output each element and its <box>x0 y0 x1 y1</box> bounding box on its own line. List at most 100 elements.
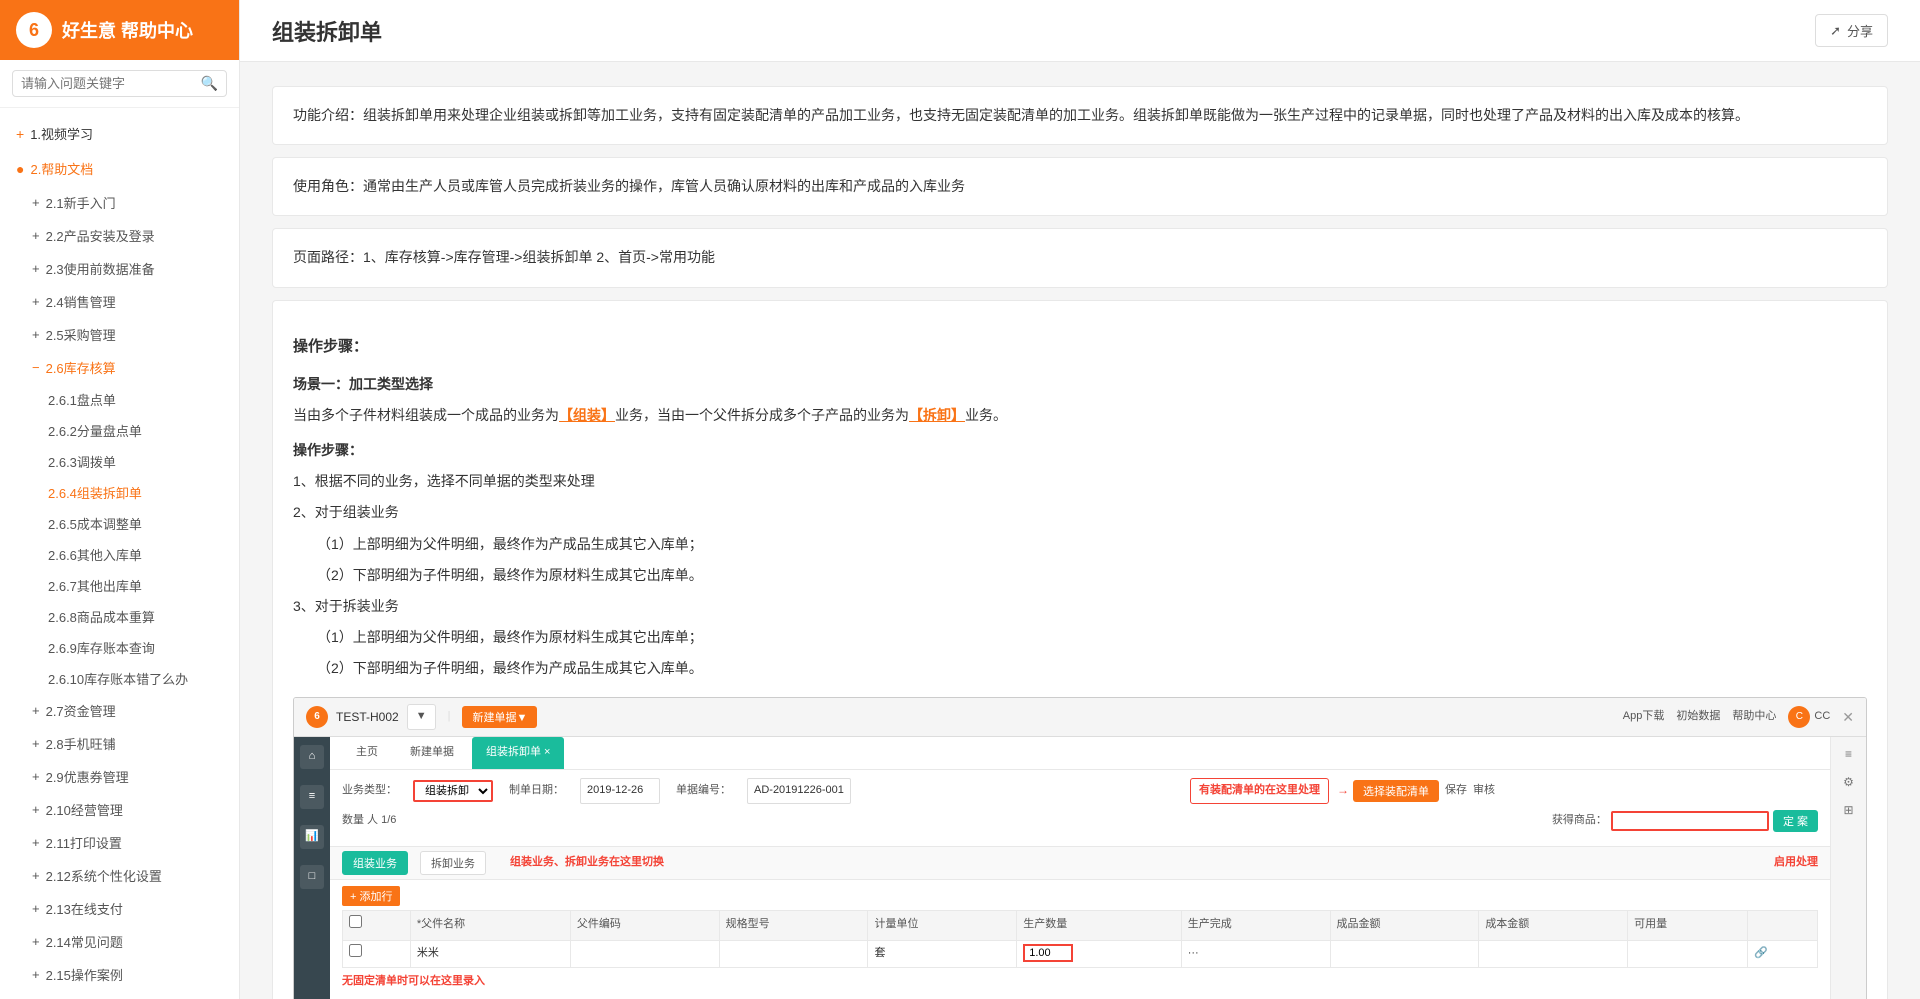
share-button[interactable]: ➚ 分享 <box>1815 14 1888 47</box>
sidebar-item-2-15-label: 2.15操作案例 <box>46 965 123 984</box>
sidebar-item-2-1-label: 2.1新手入门 <box>46 193 116 212</box>
sidebar-header: 6 好生意 帮助中心 <box>0 0 239 60</box>
sidebar-item-2-15[interactable]: + 2.15操作案例 <box>0 958 239 991</box>
parent-code-cell <box>570 940 719 968</box>
sidebar-item-2-3[interactable]: + 2.3使用前数据准备 <box>0 252 239 285</box>
sc-right-icon-1[interactable]: ≡ <box>1839 745 1859 765</box>
sidebar-item-2-6-7[interactable]: 2.6.7其他出库单 <box>0 570 239 601</box>
path-card: 页面路径：1、库存核算->库存管理->组装拆卸单 2、首页->常用功能 <box>272 228 1888 287</box>
sidebar-item-2-6-2[interactable]: 2.6.2分量盘点单 <box>0 415 239 446</box>
annotation-area1: 有装配清单的在这里处理 → 选择装配清单 保存 审核 <box>867 778 1818 804</box>
sidebar-item-2-5[interactable]: + 2.5采购管理 <box>0 318 239 351</box>
sidebar-item-2-6-3[interactable]: 2.6.3调拨单 <box>0 446 239 477</box>
app-logo: 6 <box>306 706 328 728</box>
sc-right-panel: ≡ ⚙ ⊞ <box>1830 737 1866 999</box>
expand-icon: + <box>32 294 40 309</box>
sidebar-item-2-6-8[interactable]: 2.6.8商品成本重算 <box>0 601 239 632</box>
type-selector-row: 组装业务 拆卸业务 组装业务、拆卸业务在这里切换 启用处理 <box>330 847 1830 880</box>
expand-icon: + <box>32 868 40 883</box>
goods-search-input[interactable] <box>1611 811 1769 831</box>
sidebar-item-2-7[interactable]: + 2.7资金管理 <box>0 694 239 727</box>
company-dropdown[interactable]: ▼ <box>407 704 436 730</box>
disassemble-btn[interactable]: 拆卸业务 <box>420 851 486 875</box>
intro-card: 功能介绍：组装拆卸单用来处理企业组装或拆卸等加工业务，支持有固定装配清单的产品加… <box>272 86 1888 145</box>
sidebar-item-2-6[interactable]: − 2.6库存核算 <box>0 351 239 384</box>
sidebar-item-video[interactable]: + 1.视频学习 <box>0 116 239 151</box>
new-order-btn[interactable]: 新建单据▼ <box>462 706 537 728</box>
type-label: 业务类型： <box>342 781 397 801</box>
step3-2: （2）下部明细为子件明细，最终作为产成品生成其它入库单。 <box>293 656 1867 681</box>
sc-home-icon[interactable]: ⌂ <box>300 745 324 769</box>
sidebar-item-2-4[interactable]: + 2.4销售管理 <box>0 285 239 318</box>
sidebar-item-2-6-1[interactable]: 2.6.1盘点单 <box>0 384 239 415</box>
sc-right-icon-3[interactable]: ⊞ <box>1839 801 1859 821</box>
row-select[interactable] <box>349 944 362 957</box>
sidebar-item-2-14[interactable]: + 2.14常见问题 <box>0 925 239 958</box>
th-cost-amount: 成本金额 <box>1479 910 1628 940</box>
avail-cell <box>1628 940 1748 968</box>
sidebar-item-2-6-9[interactable]: 2.6.9库存账本查询 <box>0 632 239 663</box>
sc-tab-current[interactable]: 组装拆卸单 × <box>472 737 564 769</box>
sidebar-item-docs[interactable]: ● 2.帮助文档 <box>0 151 239 186</box>
sidebar-item-2-8[interactable]: + 2.8手机旺铺 <box>0 727 239 760</box>
init-data-link[interactable]: 初始数据 <box>1676 707 1720 727</box>
produce-qty-input[interactable] <box>1023 944 1073 962</box>
expand-icon: + <box>32 228 40 243</box>
sc-box-icon[interactable]: □ <box>300 865 324 889</box>
product-amount-cell <box>1330 940 1479 968</box>
sc-list-icon[interactable]: ≡ <box>300 785 324 809</box>
sidebar-item-2-11-label: 2.11打印设置 <box>46 833 122 852</box>
sidebar-item-2-4-label: 2.4销售管理 <box>46 292 116 311</box>
type-select[interactable]: 组装拆卸 <box>413 780 493 802</box>
sidebar-item-2-11[interactable]: + 2.11打印设置 <box>0 826 239 859</box>
sidebar-item-2-10-label: 2.10经营管理 <box>46 800 123 819</box>
sidebar-nav: + 1.视频学习 ● 2.帮助文档 + 2.1新手入门 + 2.2产品安装及登录 <box>0 108 239 999</box>
sidebar-item-2-6-5[interactable]: 2.6.5成本调整单 <box>0 508 239 539</box>
save-label: 保存 <box>1445 781 1467 801</box>
sidebar-item-2-9[interactable]: + 2.9优惠券管理 <box>0 760 239 793</box>
share-label: 分享 <box>1847 21 1873 40</box>
sidebar: 6 好生意 帮助中心 🔍 + 1.视频学习 ● 2.帮助文档 + 2.1新手入 <box>0 0 240 999</box>
date-label: 制单日期： <box>509 781 564 801</box>
share-icon: ➚ <box>1830 23 1841 39</box>
close-icon[interactable]: ✕ <box>1842 705 1854 730</box>
sidebar-item-2-5-label: 2.5采购管理 <box>46 325 116 344</box>
select-all[interactable] <box>349 915 362 928</box>
sc-tab-home[interactable]: 主页 <box>342 737 392 769</box>
sidebar-item-2-6-6[interactable]: 2.6.6其他入库单 <box>0 539 239 570</box>
approve-label: 审核 <box>1473 781 1495 801</box>
number-label: 单据编号： <box>676 781 731 801</box>
sidebar-item-2-13-label: 2.13在线支付 <box>46 899 123 918</box>
sc-right-icon-2[interactable]: ⚙ <box>1839 773 1859 793</box>
help-center-link[interactable]: 帮助中心 <box>1732 707 1776 727</box>
search-input[interactable] <box>21 76 201 91</box>
expand-icon: + <box>32 195 40 210</box>
sc-tab-new[interactable]: 新建单据 <box>396 737 468 769</box>
select-config-btn[interactable]: 选择装配清单 <box>1353 780 1439 802</box>
expand-icon: + <box>32 934 40 949</box>
add-row-btn[interactable]: + 添加行 <box>342 886 400 906</box>
confirm-btn[interactable]: 定 案 <box>1773 810 1818 832</box>
steps-label: 操作步骤： <box>293 438 1867 463</box>
sidebar-item-2-10[interactable]: + 2.10经营管理 <box>0 793 239 826</box>
sidebar-item-2-9-label: 2.9优惠券管理 <box>46 767 129 786</box>
sidebar-item-2-7-label: 2.7资金管理 <box>46 701 116 720</box>
content-area: 功能介绍：组装拆卸单用来处理企业组装或拆卸等加工业务，支持有固定装配清单的产品加… <box>240 62 1920 999</box>
count-label: 数量 人 1/6 <box>342 811 396 831</box>
sidebar-item-2-13[interactable]: + 2.13在线支付 <box>0 892 239 925</box>
sidebar-item-2-6-10[interactable]: 2.6.10库存账本错了么办 <box>0 663 239 694</box>
role-card: 使用角色：通常由生产人员或库管人员完成折装业务的操作，库管人员确认原材料的出库和… <box>272 157 1888 216</box>
sidebar-item-2-12[interactable]: + 2.12系统个性化设置 <box>0 859 239 892</box>
step3-1: （1）上部明细为父件明细，最终作为原材料生成其它出库单； <box>293 625 1867 650</box>
sidebar-item-2-2[interactable]: + 2.2产品安装及登录 <box>0 219 239 252</box>
sidebar-item-2-6-4[interactable]: 2.6.4组装拆卸单 <box>0 477 239 508</box>
sc-chart-icon[interactable]: 📊 <box>300 825 324 849</box>
upper-table: *父件名称 父件编码 规格型号 计量单位 生产数量 生产完成 成品金额 成本金额 <box>342 910 1818 969</box>
search-icon: 🔍 <box>201 75 218 92</box>
sidebar-search-area: 🔍 <box>0 60 239 108</box>
main-header: 组装拆卸单 ➚ 分享 <box>240 0 1920 62</box>
assemble-btn[interactable]: 组装业务 <box>342 851 408 875</box>
sidebar-logo: 6 <box>16 12 52 48</box>
app-download-link[interactable]: App下载 <box>1623 707 1665 727</box>
sidebar-item-2-1[interactable]: + 2.1新手入门 <box>0 186 239 219</box>
